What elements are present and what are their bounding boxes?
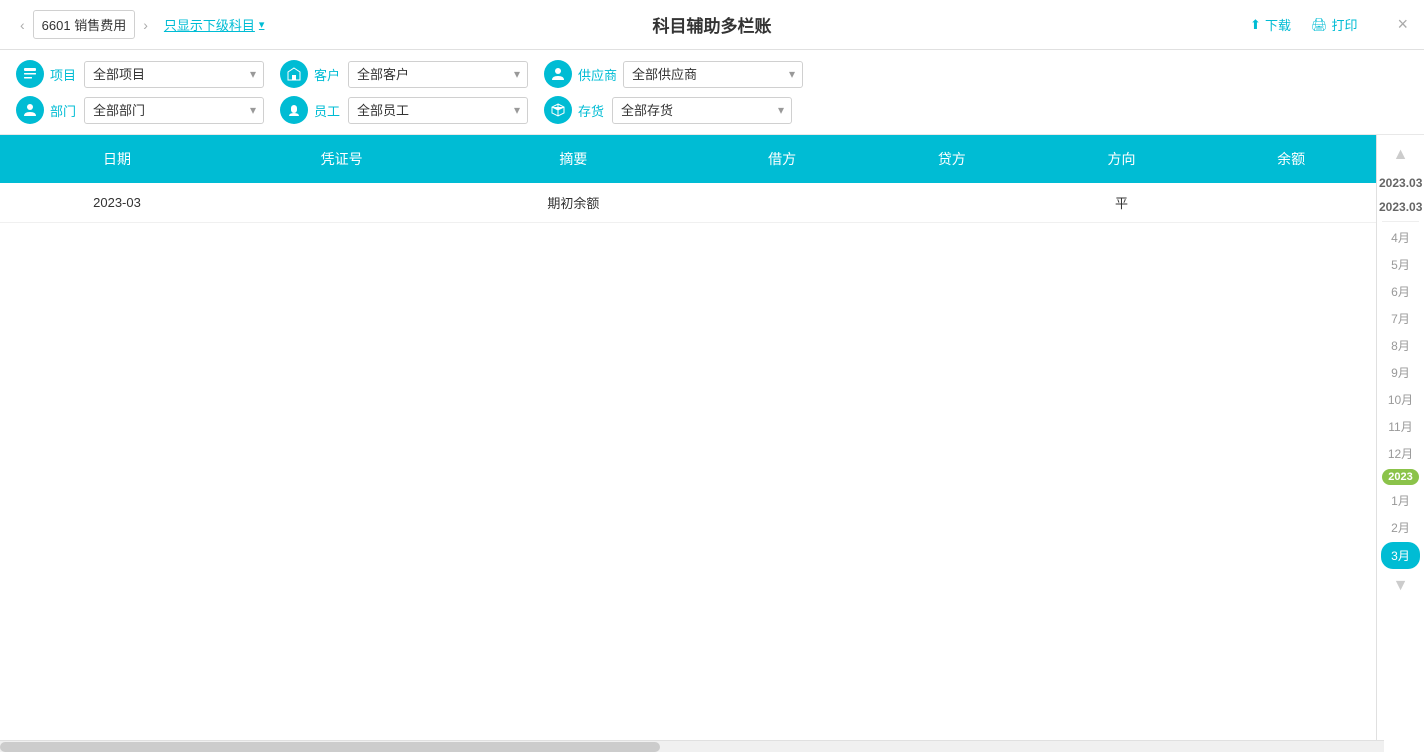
header-bar: ‹ 6601 销售费用 › 只显示下级科目 ▾ 科目辅助多栏账 ⬆ 下载 🖨 打… [0, 0, 1424, 50]
employee-icon [280, 96, 308, 124]
sidebar-month-6[interactable]: 6月 [1377, 278, 1424, 305]
customer-label: 客户 [314, 65, 342, 84]
filter-row-2: 部门 全部部门 员工 全部员工 [16, 96, 1408, 124]
filter-employee: 员工 全部员工 [280, 96, 528, 124]
supplier-label: 供应商 [578, 65, 617, 84]
sidebar-month-2023-03-a[interactable]: 2023.03 [1377, 171, 1424, 195]
prev-account-btn[interactable]: ‹ [16, 15, 29, 35]
main-content: 日期 凭证号 摘要 借方 贷方 方向 余额 2023-03 期初余额 [0, 135, 1424, 752]
filter-bar: 项目 全部项目 客户 全部客户 [0, 50, 1424, 135]
cell-voucher [234, 183, 449, 223]
department-icon [16, 96, 44, 124]
inventory-select[interactable]: 全部存货 [612, 97, 792, 124]
table-area[interactable]: 日期 凭证号 摘要 借方 贷方 方向 余额 2023-03 期初余额 [0, 135, 1376, 752]
right-sidebar: ▲ 2023.03 2023.03 4月 5月 6月 7月 8月 9月 10月 … [1376, 135, 1424, 752]
sidebar-month-8[interactable]: 8月 [1377, 332, 1424, 359]
sidebar-month-12[interactable]: 12月 [1377, 440, 1424, 467]
col-balance: 余额 [1206, 135, 1376, 183]
filter-supplier: 供应商 全部供应商 [544, 60, 803, 88]
sidebar-month-5[interactable]: 5月 [1377, 251, 1424, 278]
supplier-select[interactable]: 全部供应商 [623, 61, 803, 88]
employee-select[interactable]: 全部员工 [348, 97, 528, 124]
print-btn[interactable]: 🖨 打印 [1311, 15, 1358, 34]
sidebar-month-7[interactable]: 7月 [1377, 305, 1424, 332]
project-label: 项目 [50, 65, 78, 84]
scrollbar-track [0, 741, 1384, 752]
cell-direction: 平 [1037, 183, 1207, 223]
ledger-table: 日期 凭证号 摘要 借方 贷方 方向 余额 2023-03 期初余额 [0, 135, 1376, 223]
sidebar-month-3-active[interactable]: 3月 [1381, 542, 1420, 569]
col-date: 日期 [0, 135, 234, 183]
download-btn[interactable]: ⬆ 下载 [1250, 15, 1291, 34]
account-nav: ‹ 6601 销售费用 › [16, 10, 152, 39]
table-row: 2023-03 期初余额 平 [0, 183, 1376, 223]
show-sub-toggle[interactable]: 只显示下级科目 ▾ [164, 15, 265, 34]
show-sub-label: 只显示下级科目 [164, 15, 255, 34]
filter-project: 项目 全部项目 [16, 60, 264, 88]
department-select[interactable]: 全部部门 [84, 97, 264, 124]
header-actions: ⬆ 下载 🖨 打印 × [1250, 14, 1408, 35]
filter-customer: 客户 全部客户 [280, 60, 528, 88]
filter-row-1: 项目 全部项目 客户 全部客户 [16, 60, 1408, 88]
sidebar-month-4[interactable]: 4月 [1377, 224, 1424, 251]
sidebar-month-1[interactable]: 1月 [1377, 487, 1424, 514]
col-voucher: 凭证号 [234, 135, 449, 183]
close-btn[interactable]: × [1397, 14, 1408, 35]
next-account-btn[interactable]: › [139, 15, 152, 35]
supplier-icon [544, 60, 572, 88]
show-sub-dropdown-icon: ▾ [259, 18, 265, 31]
col-summary: 摘要 [449, 135, 697, 183]
main-window: ‹ 6601 销售费用 › 只显示下级科目 ▾ 科目辅助多栏账 ⬆ 下载 🖨 打… [0, 0, 1424, 752]
col-debit: 借方 [697, 135, 867, 183]
sidebar-up-btn[interactable]: ▲ [1385, 139, 1417, 171]
project-select-wrapper: 全部项目 [84, 61, 264, 88]
sidebar-month-9[interactable]: 9月 [1377, 359, 1424, 386]
download-icon: ⬆ [1250, 17, 1261, 33]
employee-label: 员工 [314, 101, 342, 120]
inventory-icon [544, 96, 572, 124]
employee-select-wrapper: 全部员工 [348, 97, 528, 124]
scrollbar-thumb[interactable] [0, 742, 660, 752]
sidebar-month-2[interactable]: 2月 [1377, 514, 1424, 541]
cell-credit [867, 183, 1037, 223]
filter-department: 部门 全部部门 [16, 96, 264, 124]
cell-balance [1206, 183, 1376, 223]
sidebar-year-2023[interactable]: 2023 [1382, 469, 1418, 485]
table-header-row: 日期 凭证号 摘要 借方 贷方 方向 余额 [0, 135, 1376, 183]
col-credit: 贷方 [867, 135, 1037, 183]
customer-select[interactable]: 全部客户 [348, 61, 528, 88]
sidebar-month-2023-03-b[interactable]: 2023.03 [1377, 195, 1424, 219]
filter-inventory: 存货 全部存货 [544, 96, 792, 124]
cell-date: 2023-03 [0, 183, 234, 223]
sidebar-down-btn[interactable]: ▼ [1385, 570, 1417, 602]
customer-icon [280, 60, 308, 88]
sidebar-month-11[interactable]: 11月 [1377, 413, 1424, 440]
cell-summary: 期初余额 [449, 183, 697, 223]
sidebar-month-10[interactable]: 10月 [1377, 386, 1424, 413]
department-label: 部门 [50, 101, 78, 120]
inventory-select-wrapper: 全部存货 [612, 97, 792, 124]
department-select-wrapper: 全部部门 [84, 97, 264, 124]
horizontal-scrollbar[interactable] [0, 740, 1384, 752]
sidebar-divider-1 [1382, 221, 1420, 222]
account-code-label: 6601 销售费用 [33, 10, 136, 39]
project-icon [16, 60, 44, 88]
customer-select-wrapper: 全部客户 [348, 61, 528, 88]
print-icon: 🖨 [1311, 17, 1328, 33]
col-direction: 方向 [1037, 135, 1207, 183]
supplier-select-wrapper: 全部供应商 [623, 61, 803, 88]
cell-debit [697, 183, 867, 223]
project-select[interactable]: 全部项目 [84, 61, 264, 88]
page-title: 科目辅助多栏账 [653, 12, 772, 37]
inventory-label: 存货 [578, 101, 606, 120]
